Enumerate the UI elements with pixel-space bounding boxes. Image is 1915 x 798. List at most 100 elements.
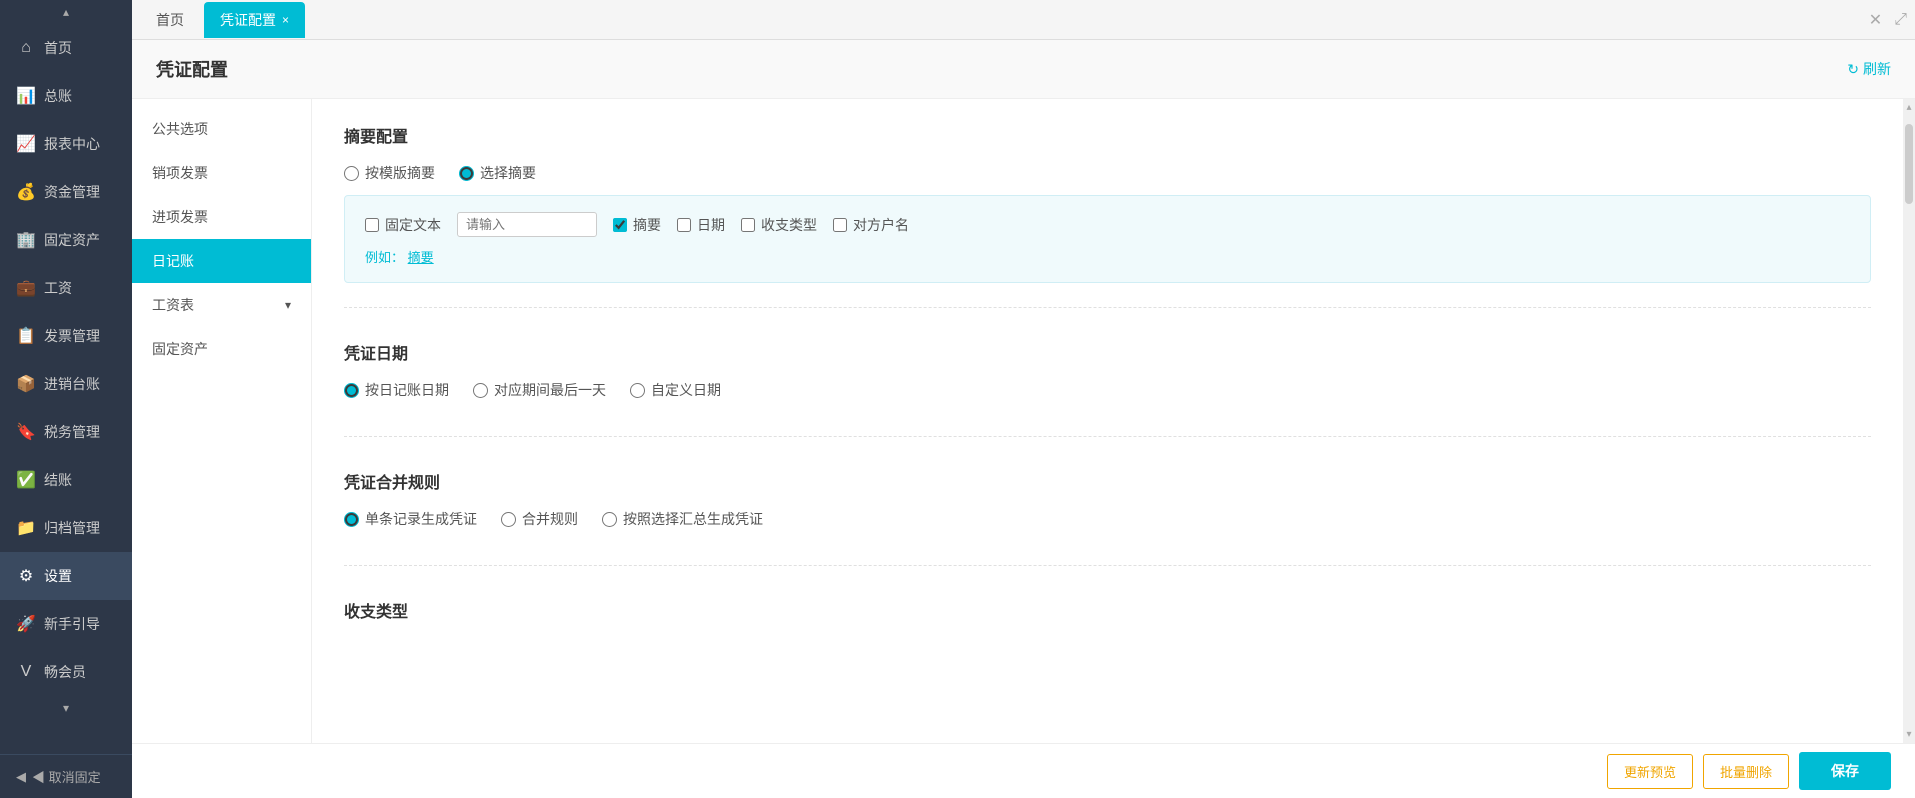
tab-voucher-config[interactable]: 凭证配置 × (204, 2, 305, 38)
checkbox-fixed-text-input[interactable] (365, 218, 379, 232)
sidebar-item-tax[interactable]: 🔖 税务管理 (0, 408, 132, 456)
checkbox-summary[interactable]: 摘要 (613, 215, 661, 235)
salary-icon: 💼 (16, 278, 36, 298)
sidebar-item-home[interactable]: ⌂ 首页 (0, 24, 132, 72)
body-layout: 公共选项 销项发票 进项发票 日记账 工资表 ▾ 固定资产 (132, 99, 1915, 743)
merge-radio-group: 单条记录生成凭证 合并规则 按照选择汇总生成凭证 (344, 509, 1871, 529)
date-radio-group: 按日记账日期 对应期间最后一天 自定义日期 (344, 380, 1871, 400)
window-close-icon[interactable]: ✕ (1869, 10, 1882, 30)
left-nav-journal[interactable]: 日记账 (132, 239, 311, 283)
save-button[interactable]: 保存 (1799, 752, 1891, 790)
scroll-thumb[interactable] (1905, 124, 1913, 204)
update-preview-button[interactable]: 更新预览 (1607, 754, 1693, 789)
radio-last-day-input[interactable] (473, 383, 488, 398)
radio-select-input[interactable] (459, 166, 474, 181)
checkbox-counterpart[interactable]: 对方户名 (833, 215, 909, 235)
left-nav-fixed-assets[interactable]: 固定资产 (132, 327, 311, 371)
unpin-icon: ◀ (16, 769, 26, 785)
sidebar-item-capital[interactable]: 💰 资金管理 (0, 168, 132, 216)
refresh-icon: ↻ (1847, 61, 1859, 78)
checkbox-fixed-text[interactable]: 固定文本 (365, 215, 441, 235)
fixed-text-input[interactable] (457, 212, 597, 237)
section-income-type-title: 收支类型 (344, 598, 1871, 622)
sidebar-scroll-down[interactable]: ▾ (0, 696, 132, 720)
section-date-title: 凭证日期 (344, 340, 1871, 364)
sidebar-item-salary[interactable]: 💼 工资 (0, 264, 132, 312)
radio-template-input[interactable] (344, 166, 359, 181)
sidebar-item-report[interactable]: 📈 报表中心 (0, 120, 132, 168)
radio-last-day[interactable]: 对应期间最后一天 (473, 380, 606, 400)
radio-journal-date[interactable]: 按日记账日期 (344, 380, 449, 400)
radio-select-merge-input[interactable] (602, 512, 617, 527)
main-area: 首页 凭证配置 × ✕ ⤢ 凭证配置 ↻ 刷新 公共选项 (132, 0, 1915, 798)
settings-icon: ⚙ (16, 566, 36, 586)
radio-single-record-input[interactable] (344, 512, 359, 527)
tab-close-icon[interactable]: × (282, 13, 289, 27)
left-nav-payroll[interactable]: 工资表 ▾ (132, 283, 311, 327)
sidebar: ▴ ⌂ 首页 📊 总账 📈 报表中心 💰 资金管理 🏢 固定资产 💼 工资 📋 … (0, 0, 132, 798)
sidebar-item-vip[interactable]: V 畅会员 (0, 648, 132, 696)
sidebar-item-assets[interactable]: 🏢 固定资产 (0, 216, 132, 264)
sidebar-item-archive[interactable]: 📁 归档管理 (0, 504, 132, 552)
tax-icon: 🔖 (16, 422, 36, 442)
scroll-track: ▴ ▾ (1903, 99, 1915, 743)
settle-icon: ✅ (16, 470, 36, 490)
scroll-down-arrow[interactable]: ▾ (1903, 726, 1914, 743)
guide-icon: 🚀 (16, 614, 36, 634)
section-merge: 凭证合并规则 单条记录生成凭证 合并规则 (344, 469, 1871, 566)
checkbox-summary-input[interactable] (613, 218, 627, 232)
summary-config-box: 固定文本 摘要 日期 (344, 195, 1871, 283)
example-link[interactable]: 摘要 (408, 250, 434, 265)
radio-custom-date-input[interactable] (630, 383, 645, 398)
tab-bar-left: 首页 凭证配置 × (140, 2, 305, 38)
radio-select-summary[interactable]: 选择摘要 (459, 163, 536, 183)
assets-icon: 🏢 (16, 230, 36, 250)
sidebar-item-settle[interactable]: ✅ 结账 (0, 456, 132, 504)
checkbox-income-type[interactable]: 收支类型 (741, 215, 817, 235)
capital-icon: 💰 (16, 182, 36, 202)
left-nav-sales-invoice[interactable]: 销项发票 (132, 151, 311, 195)
section-summary: 摘要配置 按模版摘要 选择摘要 (344, 123, 1871, 308)
radio-select-merge[interactable]: 按照选择汇总生成凭证 (602, 509, 763, 529)
sidebar-item-invoice[interactable]: 📋 发票管理 (0, 312, 132, 360)
bottom-actions: 更新预览 批量删除 保存 (132, 743, 1915, 798)
radio-merge-rule[interactable]: 合并规则 (501, 509, 578, 529)
radio-journal-date-input[interactable] (344, 383, 359, 398)
report-icon: 📈 (16, 134, 36, 154)
checkbox-income-type-input[interactable] (741, 218, 755, 232)
left-nav-public[interactable]: 公共选项 (132, 107, 311, 151)
checkbox-counterpart-input[interactable] (833, 218, 847, 232)
content-area: 凭证配置 ↻ 刷新 公共选项 销项发票 进项发票 日记账 (132, 40, 1915, 798)
scroll-up-arrow[interactable]: ▴ (1903, 99, 1914, 116)
ledger-icon: 📊 (16, 86, 36, 106)
radio-template-summary[interactable]: 按模版摘要 (344, 163, 435, 183)
radio-custom-date[interactable]: 自定义日期 (630, 380, 721, 400)
left-nav-purchase-invoice[interactable]: 进项发票 (132, 195, 311, 239)
right-content: 摘要配置 按模版摘要 选择摘要 (312, 99, 1903, 743)
invoice-icon: 📋 (16, 326, 36, 346)
radio-single-record[interactable]: 单条记录生成凭证 (344, 509, 477, 529)
sidebar-item-guide[interactable]: 🚀 新手引导 (0, 600, 132, 648)
summary-checkbox-row: 固定文本 摘要 日期 (365, 212, 1850, 237)
home-icon: ⌂ (16, 39, 36, 57)
radio-merge-rule-input[interactable] (501, 512, 516, 527)
section-summary-title: 摘要配置 (344, 123, 1871, 147)
refresh-button[interactable]: ↻ 刷新 (1847, 59, 1891, 79)
window-expand-icon[interactable]: ⤢ (1894, 11, 1907, 29)
batch-delete-button[interactable]: 批量删除 (1703, 754, 1789, 789)
sidebar-item-purchase[interactable]: 📦 进销台账 (0, 360, 132, 408)
tab-home[interactable]: 首页 (140, 2, 200, 38)
section-income-type: 收支类型 (344, 598, 1871, 662)
archive-icon: 📁 (16, 518, 36, 538)
page-header: 凭证配置 ↻ 刷新 (132, 40, 1915, 99)
sidebar-unpin-button[interactable]: ◀ ◀ 取消固定 (0, 754, 132, 798)
sidebar-item-settings[interactable]: ⚙ 设置 (0, 552, 132, 600)
section-merge-title: 凭证合并规则 (344, 469, 1871, 493)
chevron-down-icon: ▾ (285, 298, 291, 312)
tab-bar: 首页 凭证配置 × ✕ ⤢ (132, 0, 1915, 40)
checkbox-date[interactable]: 日期 (677, 215, 725, 235)
checkbox-date-input[interactable] (677, 218, 691, 232)
sidebar-scroll-up[interactable]: ▴ (0, 0, 132, 24)
sidebar-item-ledger[interactable]: 📊 总账 (0, 72, 132, 120)
tab-bar-right: ✕ ⤢ (1869, 10, 1907, 30)
